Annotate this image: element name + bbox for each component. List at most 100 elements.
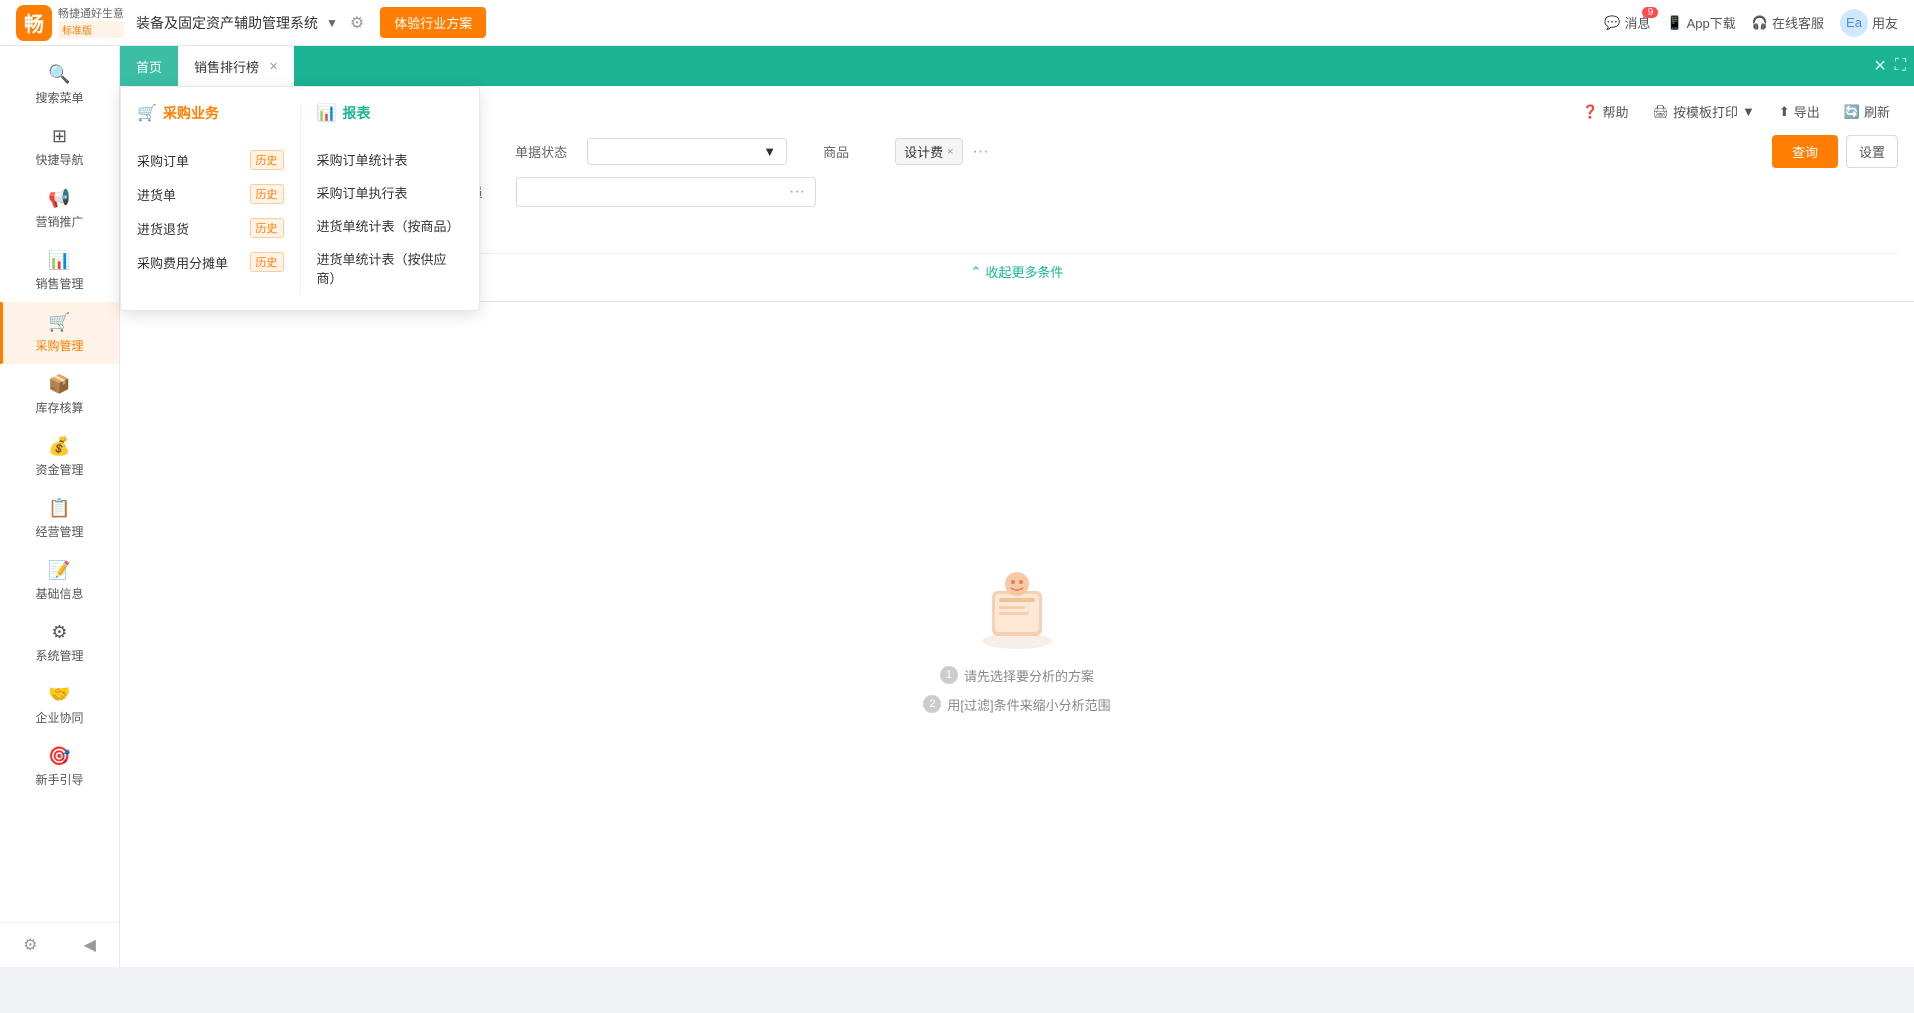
tab-bar-right: ✕ ⛶ bbox=[1873, 56, 1914, 76]
sidebar-label-sales: 销售管理 bbox=[35, 275, 83, 292]
purchase-dropdown-menu: 🛒 采购业务 采购订单 历史 进货单 历史 进货退货 历史 采购费用分摊单 历史 bbox=[120, 86, 480, 311]
dropdown-report-1[interactable]: 采购订单执行表 bbox=[317, 176, 464, 209]
history-badge-0: 历史 bbox=[250, 150, 284, 170]
report-col-icon: 📊 bbox=[317, 103, 337, 123]
settings-icon-btn[interactable]: ⚙ bbox=[350, 13, 364, 33]
col-divider bbox=[300, 103, 301, 294]
sidebar-item-marketing[interactable]: 📢 营销推广 bbox=[0, 178, 119, 240]
goods-filter: 设计费 × ··· bbox=[895, 138, 1760, 165]
sidebar-item-basic[interactable]: 📝 基础信息 bbox=[0, 550, 119, 612]
refresh-btn[interactable]: 🔄 刷新 bbox=[1836, 98, 1898, 125]
goods-tag-remove[interactable]: × bbox=[947, 146, 953, 158]
empty-step-2: 2 用[过滤]条件来缩小分析范围 bbox=[923, 695, 1110, 714]
sidebar-label-enterprise: 企业协同 bbox=[35, 709, 83, 726]
sidebar-item-search[interactable]: 🔍 搜索菜单 bbox=[0, 54, 119, 116]
export-btn[interactable]: ⬆ 导出 bbox=[1771, 98, 1828, 125]
report-col: 📊 报表 采购订单统计表 采购订单执行表 进货单统计表（按商品） 进货单统计表（… bbox=[317, 103, 464, 294]
headset-icon: 🎧 bbox=[1752, 15, 1768, 31]
settings-small-btn[interactable]: 设置 bbox=[1846, 135, 1898, 168]
sidebar-item-sales[interactable]: 📊 销售管理 bbox=[0, 240, 119, 302]
sidebar-item-system[interactable]: ⚙ 系统管理 bbox=[0, 612, 119, 674]
industry-btn[interactable]: 体验行业方案 bbox=[380, 7, 486, 38]
search-icon: 🔍 bbox=[48, 64, 70, 85]
dropdown-report-0[interactable]: 采购订单统计表 bbox=[317, 143, 464, 176]
salesman-select[interactable]: ··· bbox=[516, 177, 816, 207]
sidebar-settings-btn[interactable]: ⚙ bbox=[23, 935, 37, 955]
purchase-col-icon: 🛒 bbox=[137, 103, 157, 123]
tab-close-btn[interactable]: ✕ bbox=[269, 60, 278, 73]
sidebar-label-guide: 新手引导 bbox=[35, 771, 83, 788]
system-title: 装备及固定资产辅助管理系统 bbox=[136, 13, 318, 33]
export-icon: ⬆ bbox=[1779, 104, 1790, 120]
tab-sales-rank[interactable]: 销售排行榜 ✕ bbox=[178, 46, 294, 86]
sidebar-label-operation: 经营管理 bbox=[35, 523, 83, 540]
sidebar-item-guide[interactable]: 🎯 新手引导 bbox=[0, 736, 119, 798]
basic-icon: 📝 bbox=[48, 560, 70, 581]
logo-icon: 畅 bbox=[16, 5, 52, 41]
online-service-btn[interactable]: 🎧 在线客服 bbox=[1752, 13, 1824, 32]
sidebar-item-enterprise[interactable]: 🤝 企业协同 bbox=[0, 674, 119, 736]
chevron-down-icon: ▼ bbox=[763, 144, 776, 159]
doc-status-label: 单据状态 bbox=[515, 142, 575, 161]
dropdown-purchase-expense[interactable]: 采购费用分摊单 历史 bbox=[137, 245, 284, 279]
goods-more-dots[interactable]: ··· bbox=[973, 143, 989, 161]
doc-status-select[interactable]: ▼ bbox=[587, 138, 787, 165]
enterprise-icon: 🤝 bbox=[48, 684, 70, 705]
sidebar-label-quick-nav: 快捷导航 bbox=[35, 151, 83, 168]
sidebar-item-finance[interactable]: 💰 资金管理 bbox=[0, 426, 119, 488]
system-dropdown-btn[interactable]: ▼ bbox=[326, 16, 338, 30]
help-btn[interactable]: ❓ 帮助 bbox=[1574, 98, 1636, 125]
logo-text-block: 畅捷通好生意 标准版 bbox=[58, 7, 124, 38]
logo-tagline: 畅捷通好生意 bbox=[58, 7, 124, 21]
avatar: Ea bbox=[1840, 9, 1868, 37]
operation-icon: 📋 bbox=[48, 498, 70, 519]
tab-home[interactable]: 首页 bbox=[120, 46, 178, 86]
messages-btn[interactable]: 💬 消息 9 bbox=[1604, 13, 1650, 32]
sidebar: 🔍 搜索菜单 ⊞ 快捷导航 📢 营销推广 📊 销售管理 🛒 采购管理 📦 bbox=[0, 46, 120, 967]
marketing-icon: 📢 bbox=[48, 188, 70, 209]
dropdown-goods-return[interactable]: 进货退货 历史 bbox=[137, 211, 284, 245]
goods-label: 商品 bbox=[823, 142, 883, 161]
print-icon: 🖨 bbox=[1652, 104, 1669, 120]
history-badge-1: 历史 bbox=[250, 184, 284, 204]
app-download-btn[interactable]: 📱 App下载 bbox=[1666, 13, 1735, 32]
query-btn[interactable]: 查询 bbox=[1772, 135, 1838, 168]
main-content: 1 请先选择要分析的方案 2 用[过滤]条件来缩小分析范围 bbox=[120, 302, 1914, 967]
print-dropdown-icon: ▼ bbox=[1742, 104, 1755, 119]
logo-version: 标准版 bbox=[58, 21, 124, 38]
help-icon: ❓ bbox=[1582, 104, 1598, 120]
tab-bar: 首页 销售排行榜 ✕ ✕ ⛶ bbox=[120, 46, 1914, 86]
sidebar-bottom: ⚙ ◀ bbox=[0, 922, 119, 967]
query-btn-group: 查询 设置 bbox=[1772, 135, 1898, 168]
sidebar-item-inventory[interactable]: 📦 库存核算 bbox=[0, 364, 119, 426]
inventory-icon: 📦 bbox=[48, 374, 70, 395]
sidebar-item-purchase[interactable]: 🛒 采购管理 bbox=[0, 302, 119, 364]
dropdown-goods-receipt[interactable]: 进货单 历史 bbox=[137, 177, 284, 211]
dropdown-report-3[interactable]: 进货单统计表（按供应商） bbox=[317, 242, 464, 294]
sidebar-label-search: 搜索菜单 bbox=[35, 89, 83, 106]
empty-state: 1 请先选择要分析的方案 2 用[过滤]条件来缩小分析范围 bbox=[923, 556, 1110, 714]
print-btn[interactable]: 🖨 按模板打印 ▼ bbox=[1644, 98, 1762, 125]
tab-fullscreen-btn[interactable]: ⛶ bbox=[1895, 57, 1906, 75]
sidebar-collapse-btn[interactable]: ◀ bbox=[84, 935, 96, 955]
dropdown-purchase-order[interactable]: 采购订单 历史 bbox=[137, 143, 284, 177]
tab-close-all-btn[interactable]: ✕ bbox=[1873, 56, 1886, 76]
system-icon: ⚙ bbox=[51, 622, 67, 643]
sidebar-label-finance: 资金管理 bbox=[35, 461, 83, 478]
grid-icon: ⊞ bbox=[52, 126, 67, 147]
sidebar-label-inventory: 库存核算 bbox=[35, 399, 83, 416]
top-center: 装备及固定资产辅助管理系统 ▼ ⚙ 体验行业方案 bbox=[136, 7, 1604, 38]
goods-tag: 设计费 × bbox=[895, 138, 962, 165]
guide-icon: 🎯 bbox=[48, 746, 70, 767]
messages-badge: 9 bbox=[1642, 7, 1658, 18]
empty-illustration bbox=[967, 556, 1067, 656]
sidebar-item-quick-nav[interactable]: ⊞ 快捷导航 bbox=[0, 116, 119, 178]
purchase-col-title: 🛒 采购业务 bbox=[137, 103, 284, 131]
dropdown-cols: 🛒 采购业务 采购订单 历史 进货单 历史 进货退货 历史 采购费用分摊单 历史 bbox=[137, 103, 463, 294]
sidebar-label-system: 系统管理 bbox=[35, 647, 83, 664]
history-badge-3: 历史 bbox=[250, 252, 284, 272]
sidebar-item-operation[interactable]: 📋 经营管理 bbox=[0, 488, 119, 550]
user-menu-btn[interactable]: Ea 用友 bbox=[1840, 9, 1898, 37]
refresh-icon: 🔄 bbox=[1844, 104, 1860, 120]
dropdown-report-2[interactable]: 进货单统计表（按商品） bbox=[317, 209, 464, 242]
